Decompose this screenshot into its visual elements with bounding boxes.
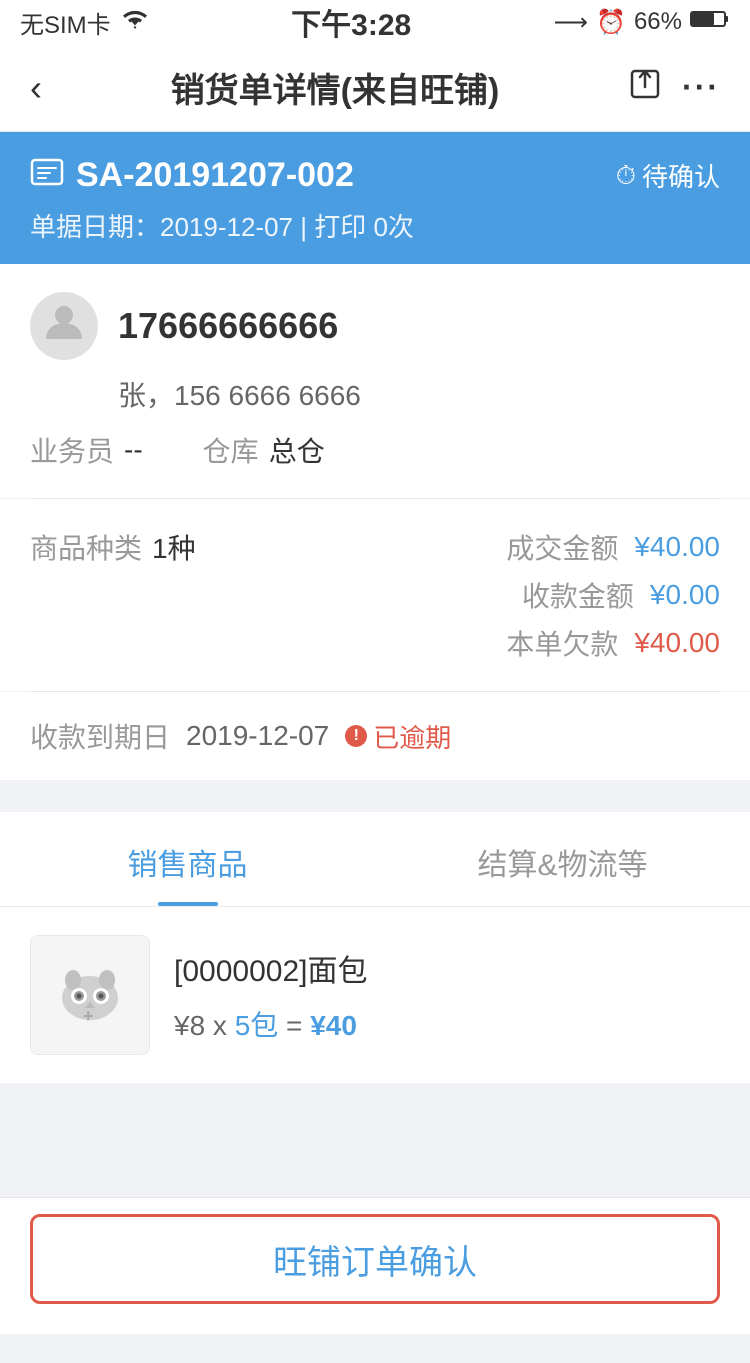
received-row: 收款金额 ¥0.00 [522,575,720,615]
owed-label: 本单欠款 [506,623,618,663]
customer-name: 张，156 6666 6666 [118,374,720,414]
received-value: ¥0.00 [650,579,720,611]
summary-row: 商品种类 1种 成交金额 ¥40.00 收款金额 ¥0.00 本单欠款 ¥40.… [30,527,720,663]
product-name: [0000002]面包 [174,946,720,990]
product-total: ¥40 [310,1010,357,1041]
product-info: [0000002]面包 ¥8 x 5包 = ¥40 [174,946,720,1044]
amount-value: ¥40.00 [634,531,720,563]
salesperson-item: 业务员 -- [30,430,143,470]
product-price: ¥8 x 5包 = ¥40 [174,1004,720,1044]
order-id: SA-20191207-002 [30,156,354,195]
order-status: ⏱ 待确认 [616,157,720,194]
nav-bar: ‹ 销货单详情(来自旺铺) ··· [0,44,750,132]
due-section: 收款到期日 2019-12-07 ! 已逾期 [0,692,750,780]
received-label: 收款金额 [522,575,634,615]
confirm-button[interactable]: 旺铺订单确认 [30,1214,720,1304]
customer-section: 17666666666 张，156 6666 6666 业务员 -- 仓库 总仓 [0,264,750,498]
customer-phone: 17666666666 [118,305,338,347]
overdue-badge: ! 已逾期 [345,718,451,755]
type-label: 商品种类 [30,527,142,567]
overdue-text: 已逾期 [373,718,451,755]
price-unit: ¥8 x [174,1010,235,1041]
due-date-value: 2019-12-07 [186,720,329,752]
order-header-banner: SA-20191207-002 ⏱ 待确认 单据日期：2019-12-07 | … [0,132,750,264]
owed-row: 本单欠款 ¥40.00 [506,623,720,663]
order-icon [30,158,64,194]
status-left: 无SIM卡 [20,5,149,40]
clock-icon: ⏱ [616,160,636,192]
overdue-icon: ! [345,725,367,747]
summary-section: 商品种类 1种 成交金额 ¥40.00 收款金额 ¥0.00 本单欠款 ¥40.… [0,499,750,691]
summary-right: 成交金额 ¥40.00 收款金额 ¥0.00 本单欠款 ¥40.00 [506,527,720,663]
product-section: + [0000002]面包 ¥8 x 5包 = ¥40 [0,907,750,1083]
product-logo-icon: + [55,968,125,1023]
customer-meta: 业务员 -- 仓库 总仓 [30,430,720,470]
salesperson-label: 业务员 [30,430,114,470]
battery-label: 66% [634,8,682,36]
product-thumbnail: + [30,935,150,1055]
order-date: 单据日期：2019-12-07 | 打印 0次 [30,207,720,244]
back-button[interactable]: ‹ [30,67,42,109]
type-count: 1种 [152,527,196,567]
status-bar: 无SIM卡 下午3:28 ⟶ ⏰ 66% [0,0,750,44]
location-icon: ⟶ [554,8,588,37]
amount-label: 成交金额 [506,527,618,567]
battery-icon [690,8,730,36]
product-item: + [0000002]面包 ¥8 x 5包 = ¥40 [0,907,750,1083]
equals-sign: = [278,1010,310,1041]
tab-settlement[interactable]: 结算&物流等 [375,812,750,906]
sim-label: 无SIM卡 [20,5,111,40]
more-icon[interactable]: ··· [682,69,720,106]
avatar [30,292,98,360]
svg-text:+: + [83,1006,94,1023]
warehouse-label: 仓库 [203,430,259,470]
user-icon [42,299,86,353]
tab-products[interactable]: 销售商品 [0,812,375,906]
warehouse-item: 仓库 总仓 [203,430,325,470]
amount-row: 成交金额 ¥40.00 [506,527,720,567]
status-right: ⟶ ⏰ 66% [554,8,730,37]
share-icon[interactable] [628,67,662,109]
time-display: 下午3:28 [291,0,411,44]
product-quantity: 5包 [235,1010,279,1041]
wifi-icon [121,8,149,37]
section-divider [0,780,750,796]
salesperson-value: -- [124,434,143,466]
warehouse-value: 总仓 [269,430,325,470]
owed-value: ¥40.00 [634,627,720,659]
due-date-label: 收款到期日 [30,716,170,756]
tabs-header: 销售商品 结算&物流等 [0,812,750,907]
page-title: 销货单详情(来自旺铺) [171,63,500,112]
order-id-row: SA-20191207-002 ⏱ 待确认 [30,156,720,195]
bottom-bar: 旺铺订单确认 [0,1197,750,1334]
alarm-icon: ⏰ [596,8,626,37]
tabs-section: 销售商品 结算&物流等 [0,812,750,1083]
summary-left: 商品种类 1种 [30,527,196,567]
nav-right: ··· [628,67,720,109]
customer-row: 17666666666 [30,292,720,360]
